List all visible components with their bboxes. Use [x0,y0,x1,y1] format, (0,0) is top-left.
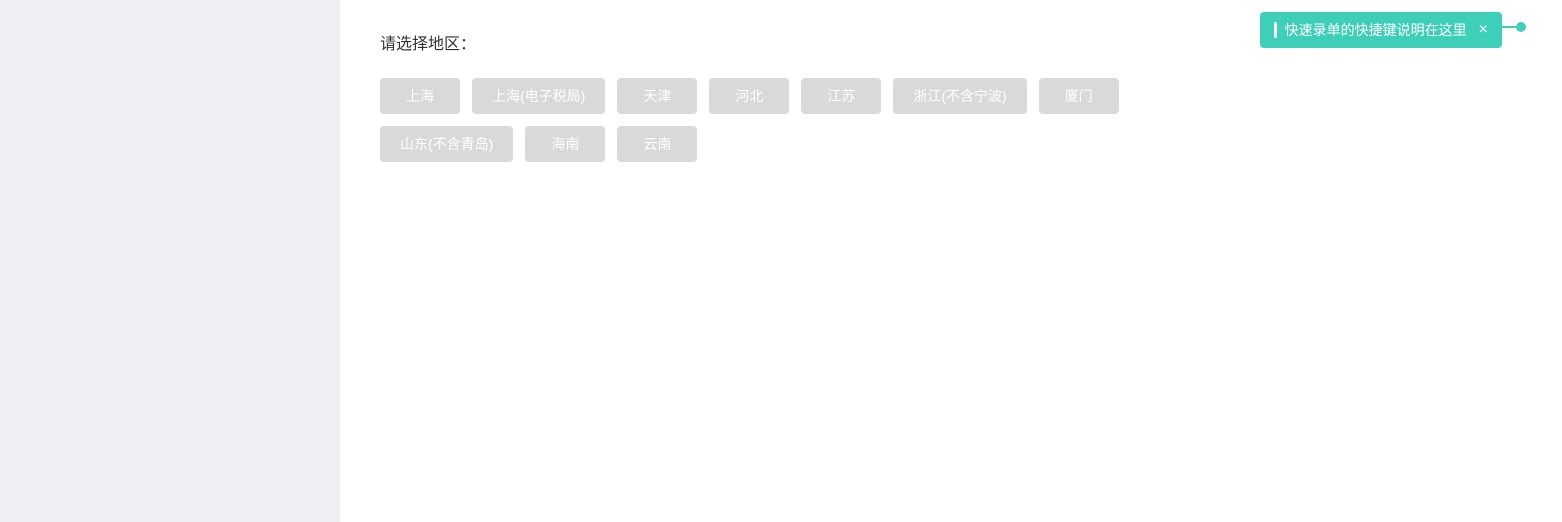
region-btn-shanghai[interactable]: 上海 [380,78,460,114]
tooltip-bar [1274,22,1277,38]
region-btn-shandong[interactable]: 山东(不含青岛) [380,126,513,162]
region-btn-zhejiang[interactable]: 浙江(不含宁波) [893,78,1026,114]
region-row-1: 上海 上海(电子税局) 天津 河北 江苏 浙江(不含宁波) 厦门 [380,78,1522,114]
region-btn-hebei[interactable]: 河北 [709,78,789,114]
region-btn-shanghai-etax[interactable]: 上海(电子税局) [472,78,605,114]
region-btn-yunnan[interactable]: 云南 [617,126,697,162]
tooltip-connector-line [1502,26,1516,28]
tooltip-close-button[interactable]: × [1479,22,1488,38]
region-row-2: 山东(不含青岛) 海南 云南 [380,126,1522,162]
main-content: 请选择地区： 上海 上海(电子税局) 天津 河北 江苏 浙江(不含宁波) 厦门 … [340,0,1562,522]
tooltip-text: 快速录单的快捷键说明在这里 [1285,20,1467,40]
region-btn-jiangsu[interactable]: 江苏 [801,78,881,114]
region-btn-tianjin[interactable]: 天津 [617,78,697,114]
region-btn-xiamen[interactable]: 厦门 [1039,78,1119,114]
region-btn-hainan[interactable]: 海南 [525,126,605,162]
tooltip-connector-dot [1516,22,1526,32]
tooltip-banner: 快速录单的快捷键说明在这里 × [1260,12,1502,48]
left-sidebar [0,0,340,522]
